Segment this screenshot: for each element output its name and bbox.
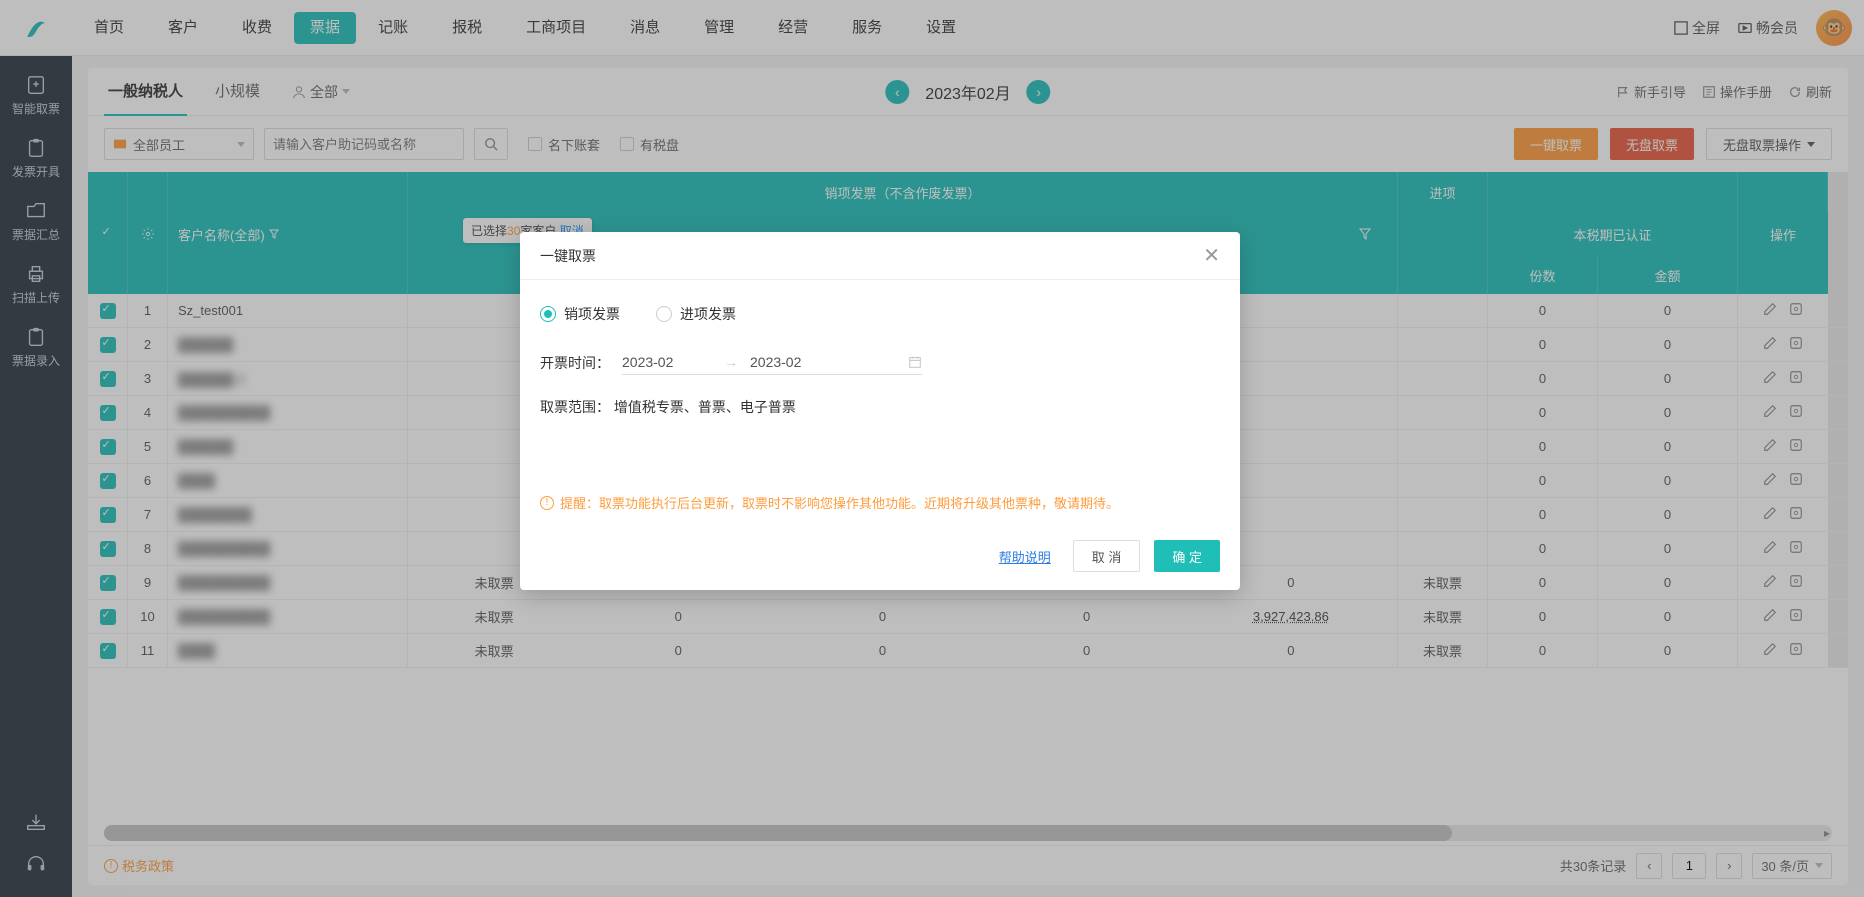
radio-dot-icon — [540, 306, 556, 322]
warning-icon: ! — [540, 496, 554, 510]
date-from-input[interactable] — [622, 354, 712, 370]
modal-title: 一键取票 — [540, 246, 596, 266]
date-label: 开票时间： — [540, 353, 610, 373]
modal-ok-button[interactable]: 确 定 — [1154, 540, 1220, 572]
invoice-type-radios: 销项发票 进项发票 — [540, 304, 1220, 324]
scope-row: 取票范围： 增值税专票、普票、电子普票 — [540, 397, 1220, 417]
radio-dot-icon — [656, 306, 672, 322]
arrow-right-icon: → — [724, 354, 738, 370]
help-link[interactable]: 帮助说明 — [999, 547, 1051, 566]
modal-body: 销项发票 进项发票 开票时间： → 取票范围： 增值税专票、普票、电子普票 ! … — [520, 280, 1240, 530]
scope-label: 取票范围： — [540, 399, 610, 415]
calendar-icon — [908, 355, 922, 369]
modal-close-button[interactable]: ✕ — [1203, 243, 1220, 268]
modal-cancel-button[interactable]: 取 消 — [1073, 540, 1141, 572]
modal-header: 一键取票 ✕ — [520, 232, 1240, 280]
modal-footer: 帮助说明 取 消 确 定 — [520, 530, 1240, 590]
radio-input-invoice[interactable]: 进项发票 — [656, 304, 736, 324]
modal-warning: ! 提醒：取票功能执行后台更新，取票时不影响您操作其他功能。近期将升级其他票种，… — [540, 477, 1220, 518]
date-to-input[interactable] — [750, 354, 840, 370]
date-range-picker[interactable]: → — [622, 350, 922, 375]
date-range-row: 开票时间： → — [540, 350, 1220, 375]
scope-value: 增值税专票、普票、电子普票 — [614, 399, 796, 415]
radio-output-invoice[interactable]: 销项发票 — [540, 304, 620, 324]
one-click-fetch-modal: 一键取票 ✕ 销项发票 进项发票 开票时间： → 取票范围： 增值税专票 — [520, 232, 1240, 590]
